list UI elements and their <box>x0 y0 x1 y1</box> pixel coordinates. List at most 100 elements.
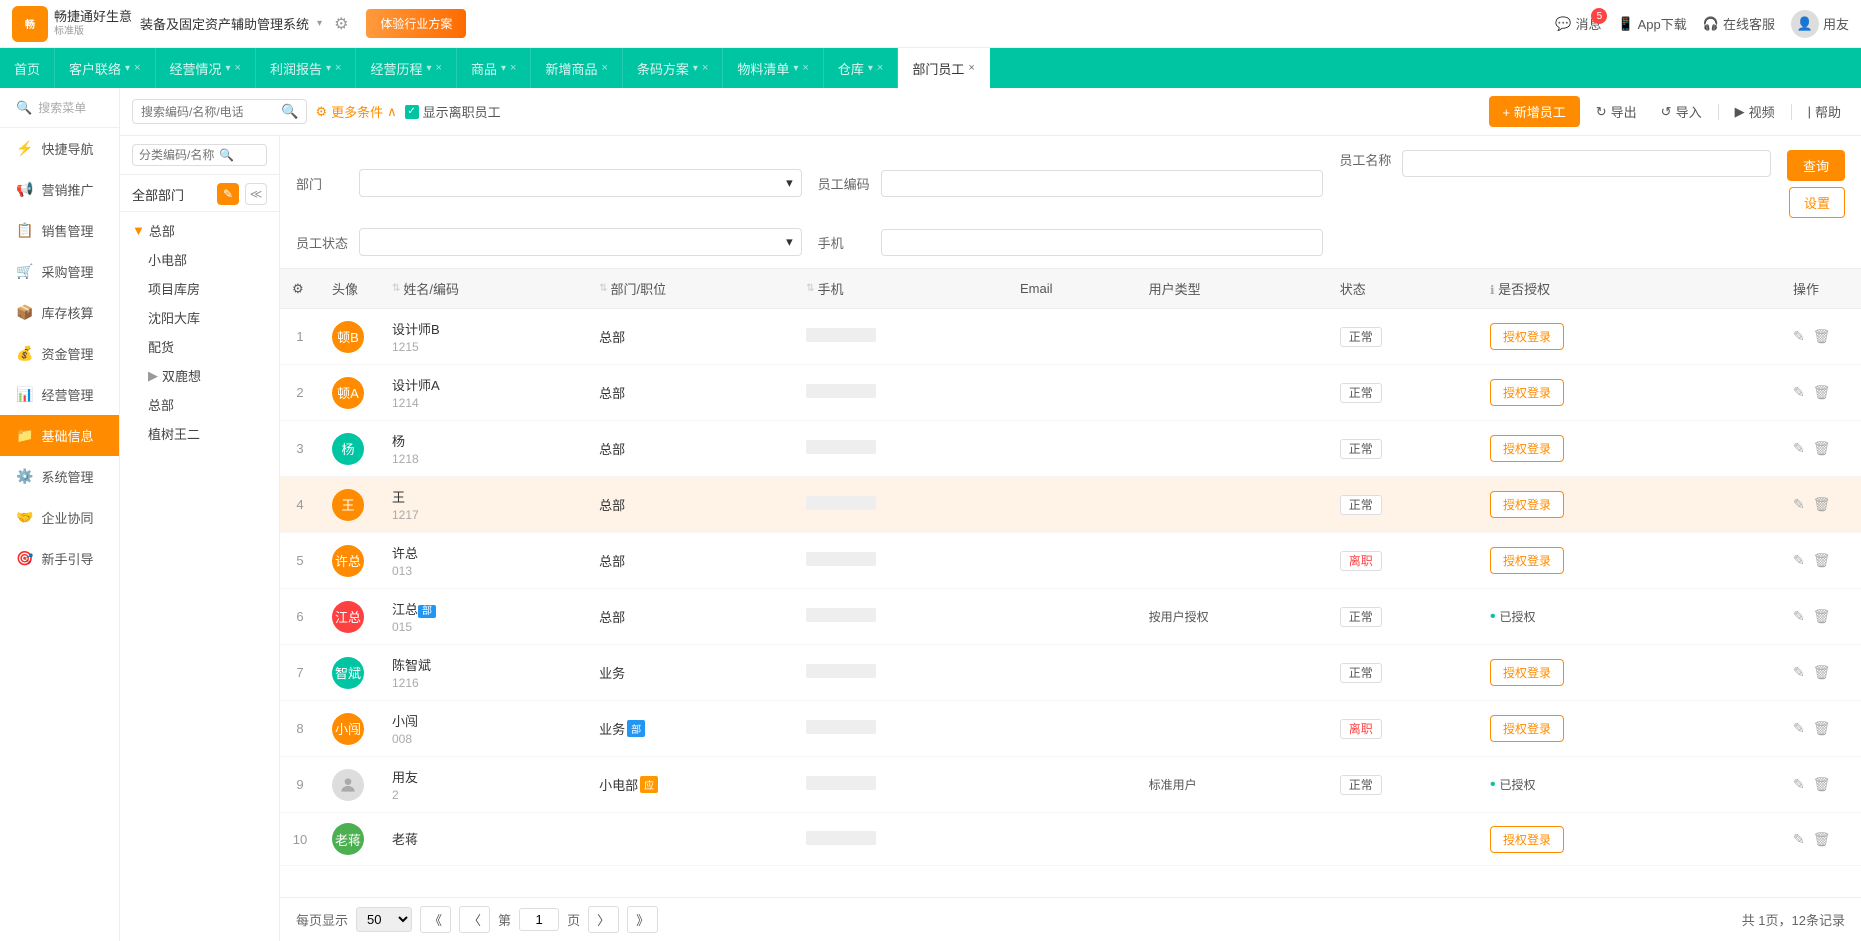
sidebar-item-purchase[interactable]: 🛒 采购管理 <box>0 251 119 292</box>
filter-status-select[interactable]: ▾ <box>359 228 802 256</box>
dept-node-peihuo[interactable]: 配货 <box>120 332 279 361</box>
auth-login-button[interactable]: 授权登录 <box>1490 715 1564 742</box>
import-btn[interactable]: ↺ 导入 <box>1653 98 1710 125</box>
auth-login-button[interactable]: 授权登录 <box>1490 323 1564 350</box>
last-page-btn[interactable]: 》 <box>627 906 658 933</box>
tab-warehouse[interactable]: 仓库 ▾ × <box>824 48 898 88</box>
edit-icon[interactable]: ✎ <box>1793 664 1805 681</box>
edit-icon[interactable]: ✎ <box>1793 608 1805 625</box>
export-btn[interactable]: ↻ 导出 <box>1588 98 1645 125</box>
more-filter-btn[interactable]: ⚙ 更多条件 ∧ <box>315 102 396 121</box>
settings-icon[interactable]: ⚙ <box>334 14 348 34</box>
th-name-code[interactable]: ⇅ 姓名/编码 <box>380 269 587 309</box>
th-settings[interactable]: ⚙ <box>280 269 320 309</box>
sidebar-item-guide[interactable]: 🎯 新手引导 <box>0 538 119 579</box>
filter-emp-code-input[interactable] <box>881 170 1324 197</box>
dept-node-xiaodian[interactable]: 小电部 <box>120 245 279 274</box>
filter-dept-select[interactable]: ▾ <box>359 169 802 197</box>
dept-node-shuanglu[interactable]: ▶ 双鹿想 <box>120 361 279 390</box>
edit-icon[interactable]: ✎ <box>1793 440 1805 457</box>
delete-icon[interactable]: 🗑 <box>1813 496 1831 513</box>
edit-icon[interactable]: ✎ <box>1793 776 1805 793</box>
show-resigned-toggle[interactable]: ✓ 显示离职员工 <box>405 102 501 121</box>
sidebar-item-finance[interactable]: 💰 资金管理 <box>0 333 119 374</box>
tab-bom[interactable]: 物料清单 ▾ × <box>723 48 823 88</box>
tab-employees[interactable]: 部门员工 × <box>898 48 989 88</box>
delete-icon[interactable]: 🗑 <box>1813 552 1831 569</box>
tab-operations[interactable]: 经营情况 ▾ × <box>156 48 256 88</box>
th-phone[interactable]: ⇅ 手机 <box>794 269 1008 309</box>
prev-page-btn[interactable]: 〈 <box>459 906 490 933</box>
sidebar-item-quicknav[interactable]: ⚡ 快捷导航 <box>0 128 119 169</box>
edit-icon[interactable]: ✎ <box>1793 328 1805 345</box>
tab-close[interactable]: × <box>134 62 140 74</box>
tab-close[interactable]: × <box>335 62 341 74</box>
dept-node-project[interactable]: 项目库房 <box>120 274 279 303</box>
user-avatar[interactable]: 👤 用友 <box>1791 10 1849 38</box>
system-dropdown-arrow[interactable]: ▾ <box>317 18 322 29</box>
filter-emp-name-input[interactable] <box>1402 150 1771 177</box>
edit-icon[interactable]: ✎ <box>1793 552 1805 569</box>
tab-close[interactable]: × <box>802 62 808 74</box>
delete-icon[interactable]: 🗑 <box>1813 831 1831 848</box>
tab-add-goods[interactable]: 新增商品 × <box>531 48 622 88</box>
app-download-btn[interactable]: 📱 App下载 <box>1617 14 1686 33</box>
tab-barcode[interactable]: 条码方案 ▾ × <box>623 48 723 88</box>
delete-icon[interactable]: 🗑 <box>1813 608 1831 625</box>
first-page-btn[interactable]: 《 <box>420 906 451 933</box>
delete-icon[interactable]: 🗑 <box>1813 664 1831 681</box>
delete-icon[interactable]: 🗑 <box>1813 384 1831 401</box>
tab-customer[interactable]: 客户联络 ▾ × <box>55 48 155 88</box>
tab-close[interactable]: × <box>968 62 974 74</box>
dept-node-zhishu[interactable]: 植树王二 <box>120 419 279 448</box>
delete-icon[interactable]: 🗑 <box>1813 776 1831 793</box>
collapse-dept-btn[interactable]: ≪ <box>245 183 267 205</box>
auth-login-button[interactable]: 授权登录 <box>1490 491 1564 518</box>
sidebar-item-system[interactable]: ⚙️ 系统管理 <box>0 456 119 497</box>
online-service-btn[interactable]: 🎧 在线客服 <box>1703 14 1775 33</box>
edit-icon[interactable]: ✎ <box>1793 384 1805 401</box>
tab-close[interactable]: × <box>702 62 708 74</box>
auth-login-button[interactable]: 授权登录 <box>1490 379 1564 406</box>
filter-phone-input[interactable] <box>881 229 1324 256</box>
th-dept-position[interactable]: ⇅ 部门/职位 <box>587 269 794 309</box>
auth-login-button[interactable]: 授权登录 <box>1490 547 1564 574</box>
tab-profit[interactable]: 利润报告 ▾ × <box>256 48 356 88</box>
next-page-btn[interactable]: 〉 <box>588 906 619 933</box>
sidebar-item-collab[interactable]: 🤝 企业协同 <box>0 497 119 538</box>
tab-close[interactable]: × <box>601 62 607 74</box>
query-button[interactable]: 查询 <box>1787 150 1845 181</box>
edit-icon[interactable]: ✎ <box>1793 831 1805 848</box>
message-btn[interactable]: 💬 消息 5 <box>1555 14 1601 33</box>
dept-node-zongbu[interactable]: 总部 <box>120 390 279 419</box>
set-button[interactable]: 设置 <box>1789 187 1845 218</box>
help-btn[interactable]: | 帮助 <box>1800 98 1849 125</box>
dept-node-zongbu-parent[interactable]: ▼ 总部 <box>120 216 279 245</box>
dept-node-shenyang[interactable]: 沈阳大库 <box>120 303 279 332</box>
sidebar-item-basic[interactable]: 📁 基础信息 <box>0 415 119 456</box>
tab-close[interactable]: × <box>235 62 241 74</box>
tab-close[interactable]: × <box>877 62 883 74</box>
sidebar-item-sales[interactable]: 📋 销售管理 <box>0 210 119 251</box>
employee-search-box[interactable]: 🔍 <box>132 99 307 124</box>
auth-login-button[interactable]: 授权登录 <box>1490 435 1564 462</box>
tab-home[interactable]: 首页 <box>0 48 55 88</box>
tab-close[interactable]: × <box>436 62 442 74</box>
delete-icon[interactable]: 🗑 <box>1813 440 1831 457</box>
edit-icon[interactable]: ✎ <box>1793 496 1805 513</box>
sidebar-item-inventory[interactable]: 📦 库存核算 <box>0 292 119 333</box>
view-btn[interactable]: ▶ 视频 <box>1727 98 1783 125</box>
sidebar-search[interactable]: 🔍 搜索菜单 <box>0 88 119 128</box>
auth-login-button[interactable]: 授权登录 <box>1490 826 1564 853</box>
sidebar-item-ops[interactable]: 📊 经营管理 <box>0 374 119 415</box>
delete-icon[interactable]: 🗑 <box>1813 720 1831 737</box>
tab-goods[interactable]: 商品 ▾ × <box>457 48 531 88</box>
sidebar-item-marketing[interactable]: 📢 营销推广 <box>0 169 119 210</box>
edit-icon[interactable]: ✎ <box>1793 720 1805 737</box>
auth-login-button[interactable]: 授权登录 <box>1490 659 1564 686</box>
edit-dept-btn[interactable]: ✎ <box>217 183 239 205</box>
delete-icon[interactable]: 🗑 <box>1813 328 1831 345</box>
tab-close[interactable]: × <box>510 62 516 74</box>
page-size-select[interactable]: 50 100 <box>356 907 412 932</box>
add-employee-button[interactable]: + 新增员工 <box>1489 96 1580 127</box>
